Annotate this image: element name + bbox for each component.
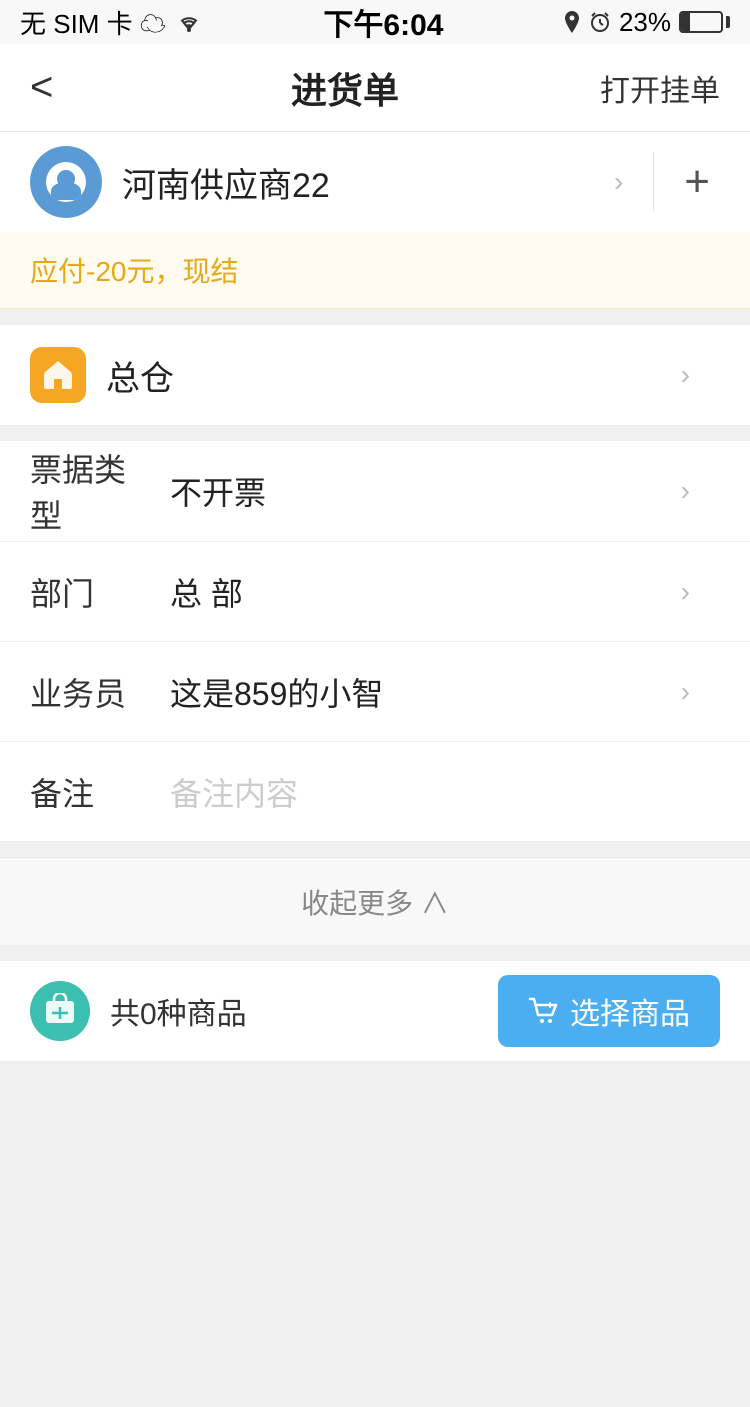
salesperson-chevron-icon: › [681,676,690,708]
avatar-icon [46,162,86,202]
warehouse-section[interactable]: 总仓 › [0,325,750,425]
supplier-avatar [30,146,102,218]
supplier-name: 河南供应商22 [122,158,330,207]
remark-label: 备注 [30,769,150,815]
status-left: 无 SIM 卡 ☁ [20,4,204,41]
bottom-bar: 共0种商品 选择商品 [0,961,750,1061]
notice-banner: 应付-20元，现结 [0,232,750,309]
battery-percent: 23% [619,7,671,38]
department-row[interactable]: 部门 总 部 › [0,541,750,641]
invoice-type-row[interactable]: 票据类型 不开票 › [0,441,750,541]
invoice-type-label: 票据类型 [30,445,150,537]
back-button[interactable]: < [30,65,90,110]
supplier-chevron-icon: › [614,166,623,198]
product-icon [30,981,90,1041]
cart-icon [528,997,560,1025]
add-supplier-button[interactable]: + [654,157,720,207]
warehouse-icon [30,347,86,403]
department-chevron-icon: › [681,576,690,608]
supplier-row[interactable]: 河南供应商22 › + [0,132,750,232]
salesperson-value: 这是859的小智 [150,669,681,715]
invoice-type-value: 不开票 [150,468,681,514]
battery-indicator [679,11,730,33]
form-section: 票据类型 不开票 › 部门 总 部 › 业务员 这是859的小智 › 备注 备注… [0,441,750,841]
remark-row[interactable]: 备注 备注内容 [0,741,750,841]
status-bar: 无 SIM 卡 ☁ 下午6:04 23% [0,0,750,44]
collapse-text: 收起更多 ∧ [301,882,449,922]
content-area: 河南供应商22 › + 应付-20元，现结 总仓 › 票据类 [0,132,750,1407]
page-title: 进货单 [291,62,399,114]
salesperson-row[interactable]: 业务员 这是859的小智 › [0,641,750,741]
product-count-text: 共0种商品 [110,989,247,1033]
salesperson-label: 业务员 [30,669,150,715]
warehouse-row[interactable]: 总仓 › [0,325,750,425]
warehouse-chevron-icon: › [681,359,690,391]
alarm-icon [589,11,611,33]
location-icon [563,11,581,33]
collapse-button[interactable]: 收起更多 ∧ [0,857,750,945]
status-time: 下午6:04 [323,0,443,44]
warehouse-label: 总仓 [106,351,681,400]
department-label: 部门 [30,569,150,615]
select-product-button[interactable]: 选择商品 [498,975,720,1047]
open-pending-button[interactable]: 打开挂单 [600,66,720,110]
invoice-type-chevron-icon: › [681,475,690,507]
lower-gray-area [0,1077,750,1407]
sim-label: 无 SIM 卡 ☁ [20,4,166,41]
department-value: 总 部 [150,569,681,615]
select-product-label: 选择商品 [570,989,690,1033]
collapse-section: 收起更多 ∧ [0,857,750,945]
notice-text: 应付-20元，现结 [30,256,238,287]
remark-input[interactable]: 备注内容 [150,769,720,815]
supplier-left: 河南供应商22 [30,146,614,218]
wifi-icon [174,11,204,33]
nav-bar: < 进货单 打开挂单 [0,44,750,132]
status-right: 23% [563,7,730,38]
supplier-section: 河南供应商22 › + 应付-20元，现结 [0,132,750,309]
product-count-area: 共0种商品 [30,981,247,1041]
